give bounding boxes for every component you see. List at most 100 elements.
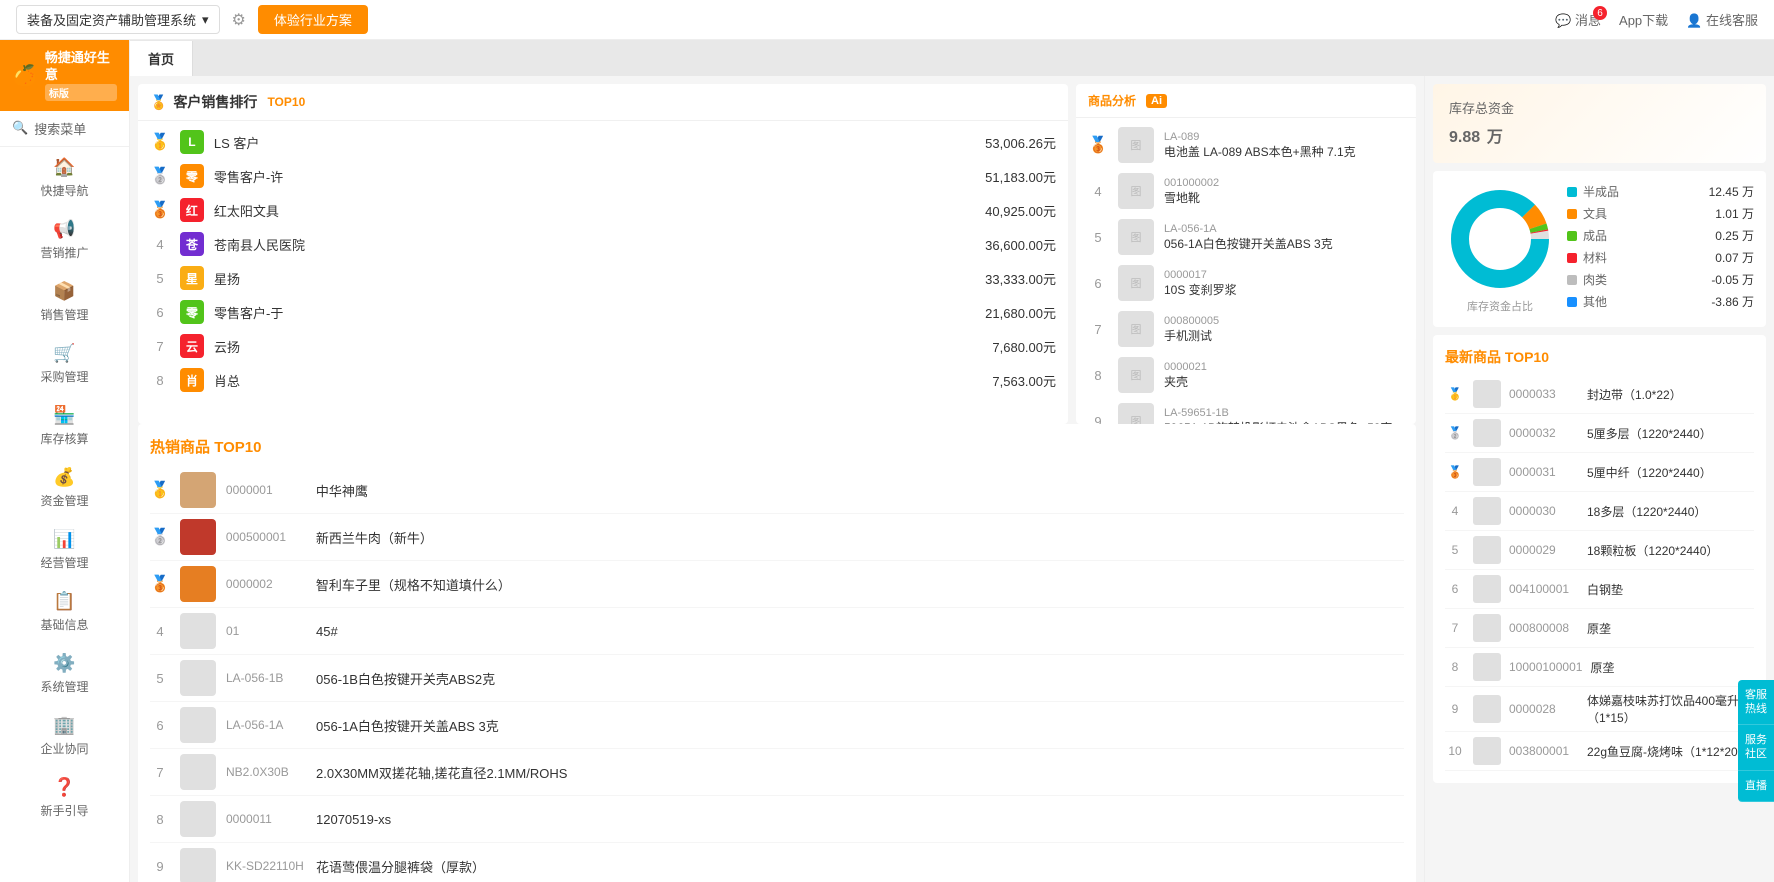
sidebar-item-inventory[interactable]: 🏪 库存核算 — [0, 395, 129, 457]
customer-ranking: 🏅 客户销售排行 TOP10 🥇 L LS 客户 53,006.26元 — [138, 84, 1068, 424]
sidebar-item-finance[interactable]: 💰 资金管理 — [0, 457, 129, 519]
rank-medal: 🥇 — [150, 480, 170, 500]
table-row: 4 图 001000002 雪地靴 — [1076, 168, 1416, 214]
float-btn-live[interactable]: 直播 — [1738, 771, 1774, 802]
sidebar-item-label: 营销推广 — [40, 244, 88, 261]
legend-item: 材料 0.07 万 — [1567, 249, 1754, 266]
list-item: 10 003800001 22g鱼豆腐-烧烤味（1*12*20） — [1445, 732, 1754, 771]
list-item: 4 01 45# — [150, 608, 1404, 655]
product-thumb — [1473, 536, 1501, 564]
sidebar-item-marketing[interactable]: 📢 营销推广 — [0, 209, 129, 271]
rank-medal-3: 🥉 — [150, 200, 170, 220]
product-thumb — [180, 660, 216, 696]
float-btn-community[interactable]: 服务社区 — [1738, 725, 1774, 771]
sidebar-item-sales[interactable]: 📦 销售管理 — [0, 271, 129, 333]
product-thumb: 图 — [1118, 173, 1154, 209]
table-row: 6 图 0000017 10S 变刹罗浆 — [1076, 260, 1416, 306]
trial-btn[interactable]: 体验行业方案 — [258, 5, 368, 34]
product-thumb — [1473, 497, 1501, 525]
latest-products-title: 最新商品 TOP10 — [1445, 347, 1754, 367]
rank-medal: 🥉 — [1088, 135, 1108, 155]
product-thumb — [1473, 614, 1501, 642]
list-item: 6 LA-056-1A 056-1A白色按键开关盖ABS 3克 — [150, 702, 1404, 749]
product-thumb: 图 — [1118, 219, 1154, 255]
table-row: 🥉 红 红太阳文具 40,925.00元 — [138, 193, 1068, 227]
inventory-chart-section: 库存资金占比 半成品 12.45 万 文具 1.01 万 — [1433, 171, 1766, 327]
legend-dot — [1567, 231, 1577, 241]
product-thumb — [1473, 653, 1501, 681]
notification-btn[interactable]: 💬 消息 6 — [1555, 10, 1601, 29]
app-download-btn[interactable]: App下载 — [1619, 10, 1668, 29]
avatar: L — [180, 130, 204, 154]
legend-item: 其他 -3.86 万 — [1567, 293, 1754, 310]
avatar: 苍 — [180, 232, 204, 256]
legend-item: 文具 1.01 万 — [1567, 205, 1754, 222]
inventory-amount: 9.88 万 — [1449, 121, 1750, 149]
table-row: 8 肖 肖总 7,563.00元 — [138, 363, 1068, 397]
sidebar-search[interactable]: 🔍 搜索菜单 — [0, 111, 129, 147]
product-thumb: 图 — [1118, 357, 1154, 393]
main-layout: 🍊 畅捷通好生意 标版 🔍 搜索菜单 🏠 快捷导航 📢 营销推广 📦 销售管理 … — [0, 40, 1774, 882]
avatar: 红 — [180, 198, 204, 222]
list-item: 🥉 0000002 智利车子里（规格不知道填什么） — [150, 561, 1404, 608]
table-row: 🥈 零 零售客户-许 51,183.00元 — [138, 159, 1068, 193]
avatar: 零 — [180, 300, 204, 324]
table-row: 9 图 LA-59651-1B 59651-1B旋转投影灯电池盒ABS黑色+58… — [1076, 398, 1416, 424]
sidebar-item-label: 资金管理 — [40, 492, 88, 509]
list-item: 8 0000011 12070519-xs — [150, 796, 1404, 843]
list-item: 5 LA-056-1B 056-1B白色按键开关壳ABS2克 — [150, 655, 1404, 702]
list-item: 8 10000100001 原垄 — [1445, 648, 1754, 687]
product-thumb — [1473, 419, 1501, 447]
product-thumb: 图 — [1118, 265, 1154, 301]
app-logo: 🍊 畅捷通好生意 标版 — [0, 40, 129, 111]
sidebar-item-guide[interactable]: ❓ 新手引导 — [0, 767, 129, 829]
product-thumb — [180, 754, 216, 790]
sidebar-item-operations[interactable]: 📊 经营管理 — [0, 519, 129, 581]
float-buttons: 客服热线 服务社区 直播 — [1738, 680, 1774, 802]
sidebar-item-basic[interactable]: 📋 基础信息 — [0, 581, 129, 643]
list-item: 7 000800008 原垄 — [1445, 609, 1754, 648]
sidebar-item-system[interactable]: ⚙️ 系统管理 — [0, 643, 129, 705]
online-service-btn[interactable]: 👤 在线客服 — [1686, 10, 1758, 29]
sidebar-item-label: 系统管理 — [40, 678, 88, 695]
list-item: 🥉 0000031 5厘中纤（1220*2440） — [1445, 453, 1754, 492]
avatar: 肖 — [180, 368, 204, 392]
sidebar-item-quick-nav[interactable]: 🏠 快捷导航 — [0, 147, 129, 209]
rank-medal-1: 🥇 — [150, 132, 170, 152]
hot-products-title: 热销商品 TOP10 — [150, 436, 1404, 457]
topbar-right: 💬 消息 6 App下载 👤 在线客服 — [1555, 10, 1758, 29]
table-row: 🥉 图 LA-089 电池盖 LA-089 ABS本色+黑种 7.1克 — [1076, 122, 1416, 168]
sidebar-item-label: 库存核算 — [40, 430, 88, 447]
product-thumb — [180, 707, 216, 743]
legend-dot — [1567, 209, 1577, 219]
table-row: 7 云 云扬 7,680.00元 — [138, 329, 1068, 363]
system-select[interactable]: 装备及固定资产辅助管理系统 ▾ — [16, 5, 220, 34]
sidebar-item-purchase[interactable]: 🛒 采购管理 — [0, 333, 129, 395]
legend-dot — [1567, 187, 1577, 197]
inventory-title: 库存总资金 — [1449, 98, 1750, 117]
legend-dot — [1567, 297, 1577, 307]
tab-home[interactable]: 首页 — [130, 41, 193, 76]
legend-dot — [1567, 253, 1577, 263]
sidebar-item-label: 经营管理 — [40, 554, 88, 571]
topbar: 装备及固定资产辅助管理系统 ▾ ⚙ 体验行业方案 💬 消息 6 App下载 👤 … — [0, 0, 1774, 40]
finance-icon: 💰 — [53, 467, 75, 488]
list-item: 9 0000028 体娣嘉枝味苏打饮品400毫升（1*15） — [1445, 687, 1754, 732]
avatar: 星 — [180, 266, 204, 290]
basic-icon: 📋 — [53, 591, 75, 612]
enterprise-icon: 🏢 — [53, 715, 75, 736]
list-item: 6 004100001 白钢垫 — [1445, 570, 1754, 609]
sidebar-item-enterprise[interactable]: 🏢 企业协同 — [0, 705, 129, 767]
list-item: 🥈 0000032 5厘多层（1220*2440） — [1445, 414, 1754, 453]
inventory-total: 库存总资金 9.88 万 — [1433, 84, 1766, 163]
hot-products-section: 热销商品 TOP10 🥇 0000001 中华神鹰 🥈 000500001 新西… — [138, 424, 1416, 882]
table-row: 5 星 星扬 33,333.00元 — [138, 261, 1068, 295]
settings-icon[interactable]: ⚙ — [232, 10, 246, 30]
sidebar-item-label: 采购管理 — [40, 368, 88, 385]
float-btn-service[interactable]: 客服热线 — [1738, 680, 1774, 726]
system-icon: ⚙️ — [53, 653, 75, 674]
logo-text: 畅捷通好生意 — [45, 50, 117, 84]
sidebar-item-label: 新手引导 — [40, 802, 88, 819]
home-icon: 🏠 — [53, 157, 75, 178]
product-thumb: 图 — [1118, 127, 1154, 163]
